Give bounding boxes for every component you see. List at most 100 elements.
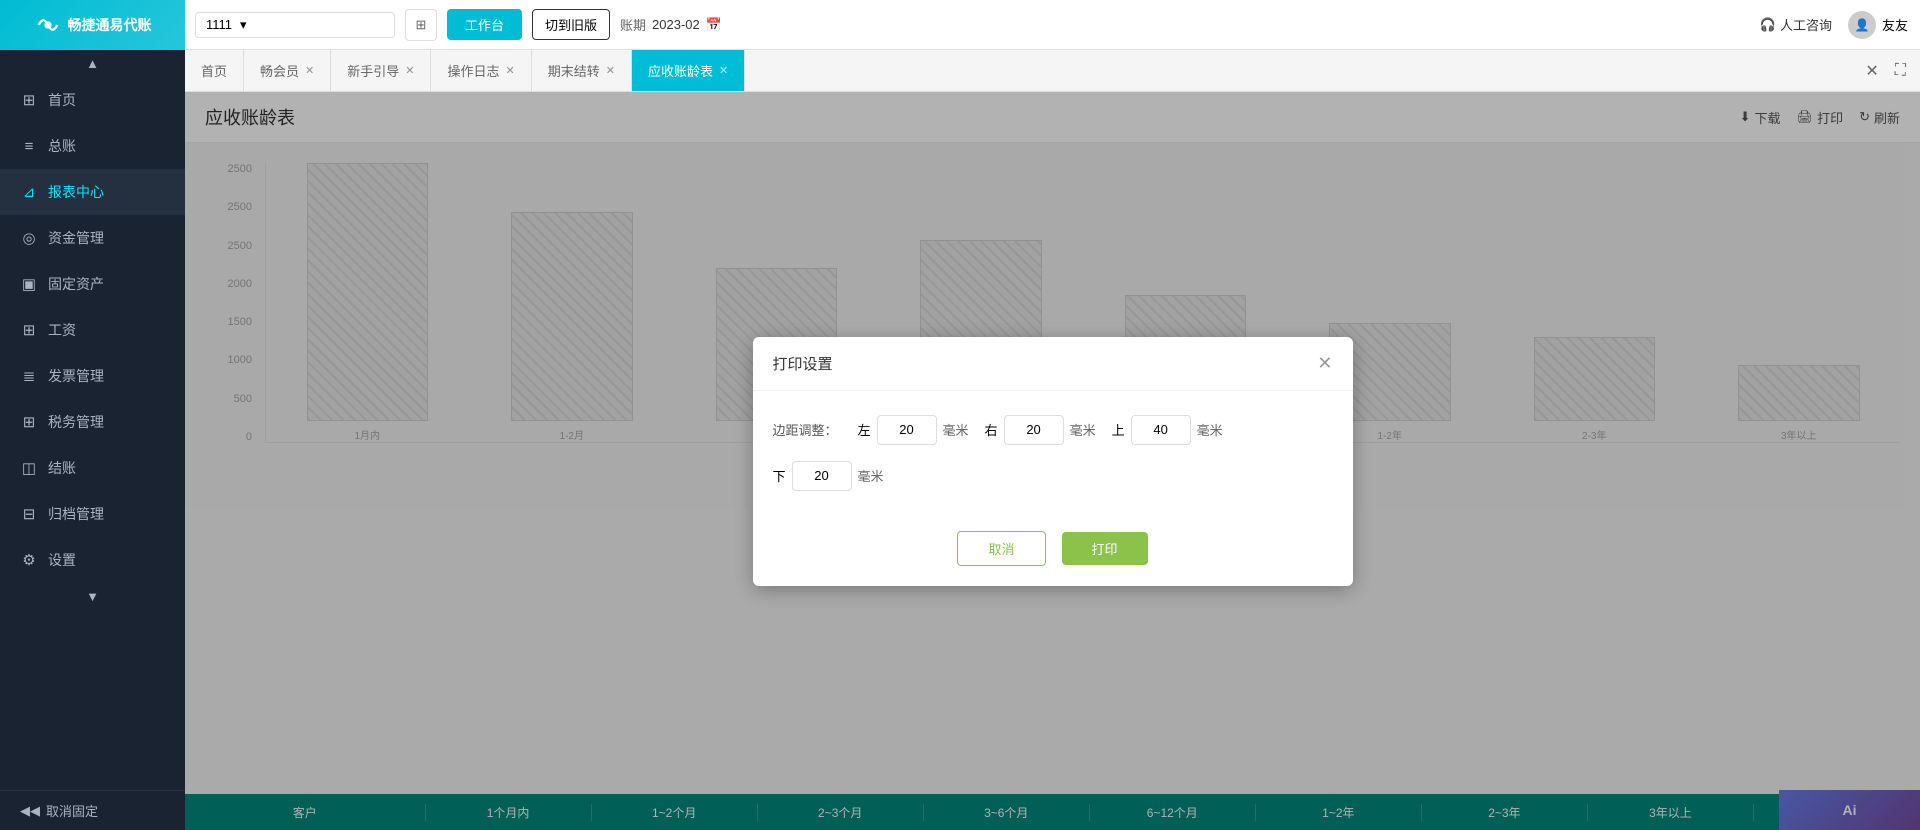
page-content: 应收账龄表 ⬇ 下载 🖨 打印 ↻ 刷新 — [185, 92, 1920, 830]
archive-icon: ⊟ — [20, 505, 38, 523]
sidebar-scroll-down[interactable]: ▼ — [0, 583, 185, 610]
tab-close-guide[interactable]: ✕ — [405, 64, 414, 77]
sidebar-item-invoice[interactable]: ≣ 发票管理 — [0, 353, 185, 399]
sidebar-item-label: 发票管理 — [48, 366, 104, 386]
copy-button[interactable]: ⊞ — [405, 9, 437, 41]
sidebar-item-label: 设置 — [48, 550, 76, 570]
right-margin-label: 右 — [985, 420, 998, 439]
sidebar-item-label: 固定资产 — [48, 274, 104, 294]
header-right: 🎧 人工咨询 👤 友友 — [1760, 11, 1908, 39]
sidebar-item-funds[interactable]: ◎ 资金管理 — [0, 215, 185, 261]
calendar-icon[interactable]: 📅 — [706, 17, 722, 33]
main-layout: ▲ ⊞ 首页 ≡ 总账 ⊿ 报表中心 ◎ 资金管理 ▣ 固定资产 ⊞ 工资 ≣ … — [0, 50, 1920, 830]
ledger-icon: ≡ — [20, 137, 38, 155]
tab-label: 新手引导 — [347, 61, 399, 80]
tab-home[interactable]: 首页 — [185, 50, 244, 91]
tab-close-member[interactable]: ✕ — [305, 64, 314, 77]
sidebar-item-label: 税务管理 — [48, 412, 104, 432]
tab-guide[interactable]: 新手引导 ✕ — [331, 50, 431, 91]
salary-icon: ⊞ — [20, 321, 38, 339]
workbench-button[interactable]: 工作台 — [447, 9, 522, 40]
right-margin-input[interactable] — [1004, 415, 1064, 445]
modal-title: 打印设置 — [773, 353, 833, 374]
margin-bottom-group: 下 毫米 — [773, 461, 884, 491]
tab-label: 畅会员 — [260, 61, 299, 80]
left-margin-label: 左 — [858, 420, 871, 439]
modal-overlay: 打印设置 ✕ 边距调整： 左 毫米 右 — [185, 92, 1920, 830]
margin-adjust-label: 边距调整： — [773, 420, 838, 439]
tab-ar-aging[interactable]: 应收账龄表 ✕ — [632, 50, 745, 91]
modal-header: 打印设置 ✕ — [753, 337, 1353, 391]
confirm-print-button[interactable]: 打印 — [1062, 532, 1148, 565]
collapse-label: 取消固定 — [46, 801, 98, 820]
copy-icon: ⊞ — [416, 17, 427, 33]
margin-right-group: 右 毫米 — [985, 415, 1096, 445]
tab-actions: ✕ ⛶ — [1851, 50, 1920, 91]
bottom-margin-input[interactable] — [792, 461, 852, 491]
user-label: 友友 — [1882, 15, 1908, 34]
margin-top-group: 上 毫米 — [1112, 415, 1223, 445]
funds-icon: ◎ — [20, 229, 38, 247]
left-margin-unit: 毫米 — [943, 420, 969, 439]
home-icon: ⊞ — [20, 91, 38, 109]
tax-icon: ⊞ — [20, 413, 38, 431]
cancel-button[interactable]: 取消 — [957, 531, 1045, 566]
bottom-margin-label: 下 — [773, 466, 786, 485]
margin-left-group: 左 毫米 — [858, 415, 969, 445]
tab-close-ar-aging[interactable]: ✕ — [719, 64, 728, 77]
sidebar-item-label: 归档管理 — [48, 504, 104, 524]
tab-label: 首页 — [201, 61, 227, 80]
sidebar-item-label: 报表中心 — [48, 182, 104, 202]
sidebar-item-settings[interactable]: ⚙ 设置 — [0, 537, 185, 583]
invoice-icon: ≣ — [20, 367, 38, 385]
checkout-icon: ◫ — [20, 459, 38, 477]
close-tab-button[interactable]: ✕ — [1861, 57, 1882, 85]
company-selector[interactable]: 1111 ▾ — [195, 12, 395, 38]
sidebar-item-assets[interactable]: ▣ 固定资产 — [0, 261, 185, 307]
logo-area: 畅捷通易代账 — [0, 0, 185, 50]
switch-version-button[interactable]: 切到旧版 — [532, 9, 610, 40]
modal-close-button[interactable]: ✕ — [1317, 353, 1332, 374]
user-area[interactable]: 👤 友友 — [1848, 11, 1908, 39]
avatar: 👤 — [1848, 11, 1876, 39]
left-margin-input[interactable] — [877, 415, 937, 445]
sidebar-item-home[interactable]: ⊞ 首页 — [0, 77, 185, 123]
bottom-margin-unit: 毫米 — [858, 466, 884, 485]
sidebar-item-checkout[interactable]: ◫ 结账 — [0, 445, 185, 491]
tab-close-oplog[interactable]: ✕ — [506, 64, 515, 77]
sidebar-item-reports[interactable]: ⊿ 报表中心 — [0, 169, 185, 215]
consult-label: 人工咨询 — [1780, 15, 1832, 34]
headset-icon: 🎧 — [1760, 17, 1776, 33]
tab-member[interactable]: 畅会员 ✕ — [244, 50, 331, 91]
sidebar-scroll-up[interactable]: ▲ — [0, 50, 185, 77]
tab-period-end[interactable]: 期末结转✕ — [532, 50, 632, 91]
top-margin-unit: 毫米 — [1197, 420, 1223, 439]
tab-close-period-end[interactable]: ✕ — [606, 64, 615, 77]
collapse-sidebar-button[interactable]: ◀◀ 取消固定 — [0, 790, 185, 830]
sidebar-item-label: 工资 — [48, 320, 76, 340]
print-settings-modal: 打印设置 ✕ 边距调整： 左 毫米 右 — [753, 337, 1353, 586]
consult-button[interactable]: 🎧 人工咨询 — [1760, 15, 1832, 34]
top-margin-input[interactable] — [1131, 415, 1191, 445]
right-margin-unit: 毫米 — [1070, 420, 1096, 439]
period-label: 账期 — [620, 15, 646, 34]
assets-icon: ▣ — [20, 275, 38, 293]
sidebar-item-ledger[interactable]: ≡ 总账 — [0, 123, 185, 169]
sidebar-item-label: 资金管理 — [48, 228, 104, 248]
collapse-icon: ◀◀ — [20, 803, 40, 819]
sidebar-item-archive[interactable]: ⊟ 归档管理 — [0, 491, 185, 537]
content-area: 首页畅会员✕新手引导✕操作日志✕期末结转✕应收账龄表✕ ✕ ⛶ 应收账龄表 ⬇ … — [185, 50, 1920, 830]
modal-footer: 取消 打印 — [753, 515, 1353, 586]
sidebar-item-label: 总账 — [48, 136, 76, 156]
company-name: 1111 — [206, 17, 232, 32]
tab-bar: 首页畅会员✕新手引导✕操作日志✕期末结转✕应收账龄表✕ ✕ ⛶ — [185, 50, 1920, 92]
sidebar: ▲ ⊞ 首页 ≡ 总账 ⊿ 报表中心 ◎ 资金管理 ▣ 固定资产 ⊞ 工资 ≣ … — [0, 50, 185, 830]
sidebar-item-salary[interactable]: ⊞ 工资 — [0, 307, 185, 353]
settings-icon: ⚙ — [20, 551, 38, 569]
sidebar-item-tax[interactable]: ⊞ 税务管理 — [0, 399, 185, 445]
maximize-tab-button[interactable]: ⛶ — [1891, 58, 1910, 84]
margin-row: 边距调整： 左 毫米 右 毫米 — [773, 415, 1333, 491]
tab-label: 应收账龄表 — [648, 61, 713, 80]
tab-oplog[interactable]: 操作日志✕ — [431, 50, 531, 91]
modal-body: 边距调整： 左 毫米 右 毫米 — [753, 391, 1353, 515]
